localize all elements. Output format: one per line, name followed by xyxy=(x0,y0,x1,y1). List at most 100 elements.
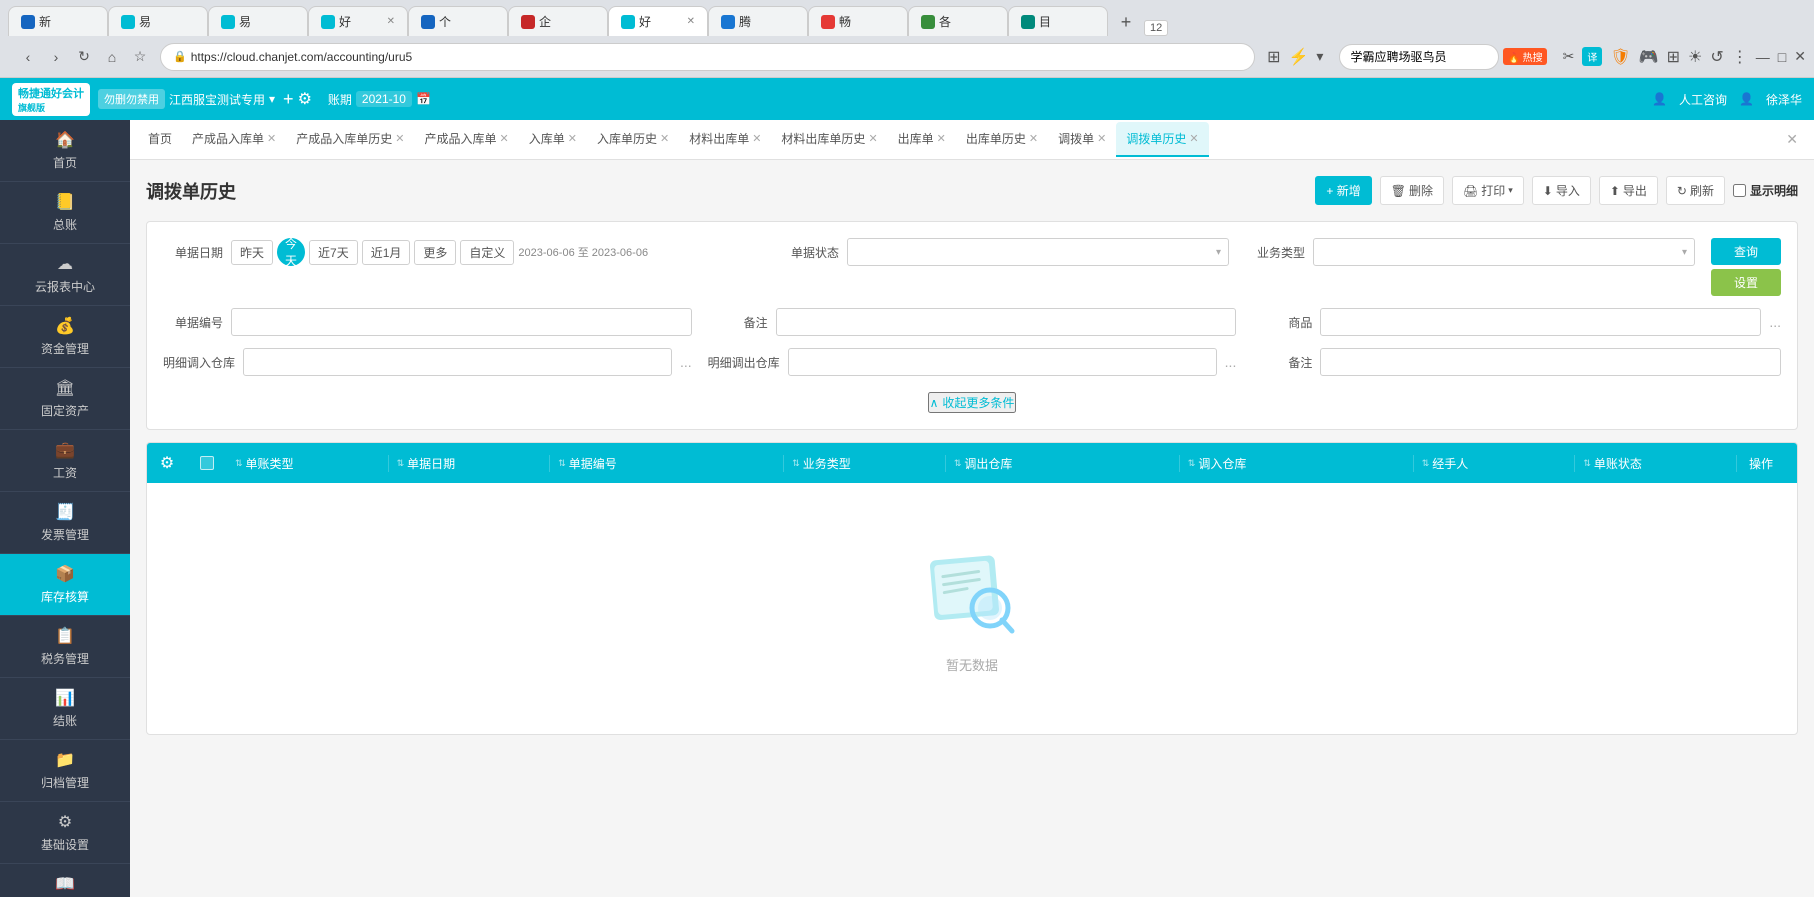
translate-icon[interactable]: 译 xyxy=(1582,47,1602,66)
period-selector[interactable]: 账期 2021-10 📅 xyxy=(328,91,431,108)
yesterday-button[interactable]: 昨天 xyxy=(231,240,273,265)
browser-tab-1[interactable]: 新 xyxy=(8,6,108,36)
bookmark-button[interactable]: ☆ xyxy=(128,45,152,69)
th-type[interactable]: ⇅ 单账类型 xyxy=(227,455,389,472)
sidebar-item-wages[interactable]: 💼 工资 xyxy=(0,430,130,492)
calendar-icon[interactable]: 📅 xyxy=(416,92,431,106)
display-toggle[interactable]: 显示明细 xyxy=(1733,182,1798,199)
7days-button[interactable]: 近7天 xyxy=(309,240,358,265)
back-button[interactable]: ‹ xyxy=(16,45,40,69)
browser-tab-10[interactable]: 各 xyxy=(908,6,1008,36)
detail-out-dots-icon[interactable]: ... xyxy=(1225,354,1237,370)
tab-in-stock-history[interactable]: 入库单历史 ✕ xyxy=(587,122,679,157)
th-date[interactable]: ⇅ 单据日期 xyxy=(389,455,551,472)
lightning-icon[interactable]: ⚡ xyxy=(1288,47,1308,67)
browser-tab-4[interactable]: 好 ✕ xyxy=(308,6,408,36)
search-input[interactable] xyxy=(1339,44,1499,70)
sidebar-item-tax[interactable]: 📋 税务管理 xyxy=(0,616,130,678)
th-handler[interactable]: ⇅ 经手人 xyxy=(1414,455,1576,472)
number-input[interactable] xyxy=(231,308,692,336)
tab-material-out-history[interactable]: 材料出库单历史 ✕ xyxy=(771,122,887,157)
display-checkbox[interactable] xyxy=(1733,184,1746,197)
undo-icon[interactable]: ↺ xyxy=(1710,47,1723,67)
game-icon[interactable]: 🎮 xyxy=(1639,47,1659,67)
th-settings[interactable]: ⚙ xyxy=(147,453,187,473)
status-select[interactable] xyxy=(847,238,1229,266)
settings-gear-icon[interactable]: ⚙ xyxy=(160,453,174,473)
tab-close-product-in[interactable]: ✕ xyxy=(267,132,276,145)
sidebar-item-reports[interactable]: ☁ 云报表中心 xyxy=(0,244,130,306)
menu-icon[interactable]: ⋮ xyxy=(1732,47,1748,67)
th-status[interactable]: ⇅ 单账状态 xyxy=(1575,455,1737,472)
tab-close-4[interactable]: ✕ xyxy=(387,16,395,27)
browser-tab-7[interactable]: 好 ✕ xyxy=(608,6,708,36)
forward-button[interactable]: › xyxy=(44,45,68,69)
browser-tab-5[interactable]: 个 xyxy=(408,6,508,36)
sidebar-item-settings[interactable]: ⚙ 基础设置 xyxy=(0,802,130,864)
tab-close-transfer[interactable]: ✕ xyxy=(1097,132,1106,145)
tab-home[interactable]: 首页 xyxy=(138,122,182,157)
remark-input[interactable] xyxy=(776,308,1237,336)
company-selector[interactable]: 勿删勿禁用 江西服宝测试专用 ▾ xyxy=(98,89,275,109)
print-button[interactable]: 🖨 打印 ▾ xyxy=(1452,176,1524,205)
refresh-button[interactable]: ↻ xyxy=(72,45,96,69)
settings-filter-button[interactable]: 设置 xyxy=(1711,269,1781,296)
browser-tab-2[interactable]: 易 xyxy=(108,6,208,36)
close-window-button[interactable]: ✕ xyxy=(1794,48,1806,65)
goods-input[interactable] xyxy=(1320,308,1761,336)
query-button[interactable]: 查询 xyxy=(1711,238,1781,265)
th-number[interactable]: ⇅ 单据编号 xyxy=(550,455,784,472)
browser-tab-9[interactable]: 畅 xyxy=(808,6,908,36)
customer-service-label[interactable]: 人工咨询 xyxy=(1679,91,1727,108)
sidebar-item-ledger[interactable]: 📒 总账 xyxy=(0,182,130,244)
tab-in-stock[interactable]: 入库单 ✕ xyxy=(519,122,587,157)
th-checkbox[interactable] xyxy=(187,456,227,470)
sun-icon[interactable]: ☀ xyxy=(1688,47,1702,67)
sidebar-item-archive[interactable]: 📁 归档管理 xyxy=(0,740,130,802)
browser-tab-6[interactable]: 企 xyxy=(508,6,608,36)
tab-close-product-in2[interactable]: ✕ xyxy=(500,132,509,145)
status-select-wrapper[interactable] xyxy=(847,238,1229,266)
custom-button[interactable]: 自定义 xyxy=(460,240,514,265)
home-button[interactable]: ⌂ xyxy=(100,45,124,69)
export-button[interactable]: ⬆ 导出 xyxy=(1599,176,1658,205)
tab-close-in-stock[interactable]: ✕ xyxy=(568,132,577,145)
grid-icon[interactable]: ⊞ xyxy=(1667,47,1680,67)
th-out-warehouse[interactable]: ⇅ 调出仓库 xyxy=(946,455,1180,472)
address-bar[interactable]: 🔒 https://cloud.chanjet.com/accounting/u… xyxy=(160,43,1255,71)
type-select[interactable] xyxy=(1313,238,1695,266)
tab-product-in-history[interactable]: 产成品入库单历史 ✕ xyxy=(286,122,414,157)
sidebar-item-home[interactable]: 🏠 首页 xyxy=(0,120,130,182)
sidebar-item-guide[interactable]: 📖 新手引导 xyxy=(0,864,130,897)
th-biz-type[interactable]: ⇅ 业务类型 xyxy=(784,455,946,472)
tab-out-stock-history[interactable]: 出库单历史 ✕ xyxy=(956,122,1048,157)
detail-in-dots-icon[interactable]: ... xyxy=(680,354,692,370)
extensions-icon[interactable]: ⊞ xyxy=(1267,47,1280,67)
new-button[interactable]: + 新增 xyxy=(1315,176,1371,205)
dropdown-icon[interactable]: ▾ xyxy=(1316,48,1323,65)
sidebar-item-funds[interactable]: 💰 资金管理 xyxy=(0,306,130,368)
tab-close-7[interactable]: ✕ xyxy=(687,16,695,27)
shield-icon[interactable]: 🛡 xyxy=(1610,47,1630,67)
sidebar-item-invoice[interactable]: 🧾 发票管理 xyxy=(0,492,130,554)
close-all-tabs-button[interactable]: ✕ xyxy=(1778,131,1806,148)
goods-dots-icon[interactable]: ... xyxy=(1769,314,1781,330)
type-select-wrapper[interactable] xyxy=(1313,238,1695,266)
tab-close-material-out[interactable]: ✕ xyxy=(752,132,761,145)
tab-transfer-history[interactable]: 调拨单历史 ✕ xyxy=(1116,122,1208,157)
delete-button[interactable]: 🗑 删除 xyxy=(1380,176,1444,205)
tab-close-out-stock-history[interactable]: ✕ xyxy=(1029,132,1038,145)
tab-close-product-in-history[interactable]: ✕ xyxy=(395,132,404,145)
browser-tab-3[interactable]: 易 xyxy=(208,6,308,36)
add-company-button[interactable]: + xyxy=(283,89,294,110)
sidebar-item-fixed-assets[interactable]: 🏛 固定资产 xyxy=(0,368,130,430)
minimize-button[interactable]: — xyxy=(1756,49,1770,65)
refresh-button[interactable]: ↻ 刷新 xyxy=(1666,176,1725,205)
tab-material-out[interactable]: 材料出库单 ✕ xyxy=(679,122,771,157)
new-tab-button[interactable]: + xyxy=(1112,8,1140,36)
settings-company-button[interactable]: ⚙ xyxy=(298,89,312,109)
tab-product-in[interactable]: 产成品入库单 ✕ xyxy=(182,122,286,157)
detail-out-input[interactable] xyxy=(788,348,1217,376)
tab-close-in-stock-history[interactable]: ✕ xyxy=(660,132,669,145)
tab-close-material-out-history[interactable]: ✕ xyxy=(868,132,877,145)
